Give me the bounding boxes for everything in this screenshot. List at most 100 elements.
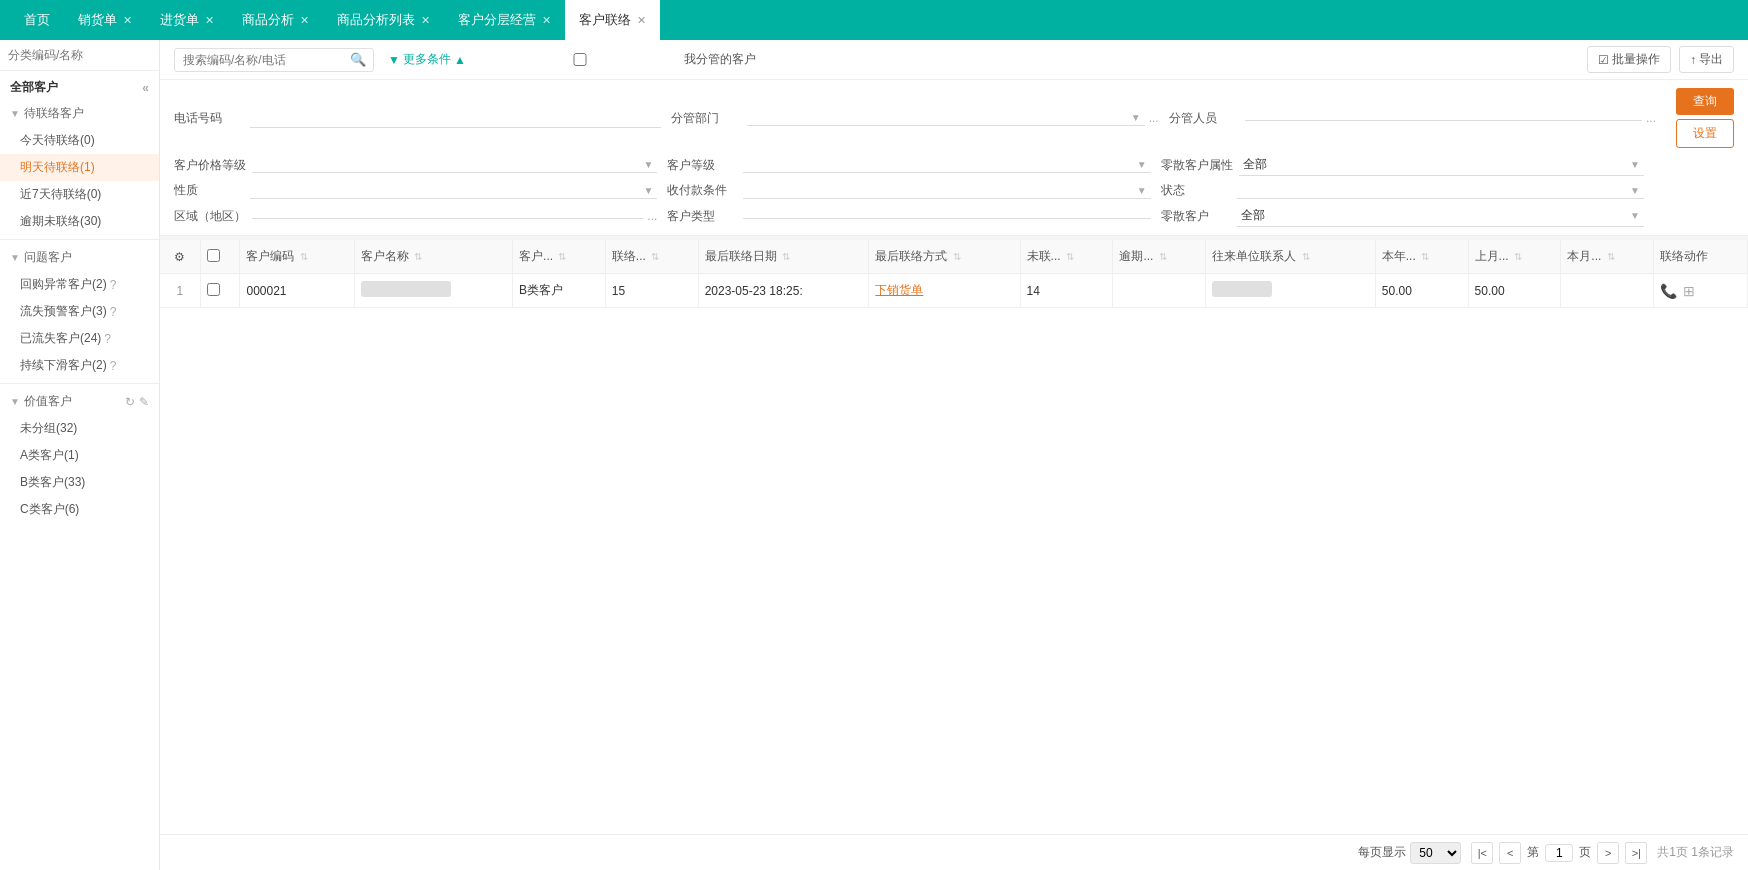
per-page-label: 每页显示 (1358, 844, 1406, 861)
sidebar-item-overdue[interactable]: 逾期未联络(30) (0, 208, 159, 235)
table-footer: 每页显示 50 100 200 |< < 第 页 > >| 共1页 1条记录 (160, 834, 1748, 870)
sidebar-item-ungrouped[interactable]: 未分组(32) (0, 415, 159, 442)
gear-icon[interactable]: ⚙ (174, 250, 185, 264)
settings-button[interactable]: 设置 (1676, 119, 1734, 148)
th-last-contact-date[interactable]: 最后联络日期 ⇅ (698, 240, 869, 274)
problem-arrow-icon: ▼ (10, 252, 20, 263)
filter-dept: 分管部门 ▼ ... (671, 110, 1158, 127)
sidebar-item-week[interactable]: 近7天待联络(0) (0, 181, 159, 208)
select-all-checkbox[interactable] (207, 249, 220, 262)
filter-status: 状态 ▼ (1161, 182, 1644, 199)
sidebar-item-loss-risk[interactable]: 流失预警客户(3) ? (0, 298, 159, 325)
th-gear[interactable]: ⚙ (160, 240, 200, 274)
th-last-month[interactable]: 上月... ⇅ (1468, 240, 1561, 274)
cell-overdue (1113, 274, 1206, 308)
my-customers-checkbox[interactable] (480, 53, 680, 66)
page-input[interactable] (1545, 844, 1573, 862)
next-page-button[interactable]: > (1597, 842, 1619, 864)
nav-tab-analysis[interactable]: 商品分析 ✕ (228, 0, 323, 40)
cell-last-contact-method[interactable]: 下销货单 (869, 274, 1020, 308)
th-name[interactable]: 客户名称 ⇅ (354, 240, 512, 274)
phone-action-icon[interactable]: 📞 (1660, 283, 1677, 299)
region-select[interactable] (252, 214, 643, 219)
th-code[interactable]: 客户编码 ⇅ (240, 240, 354, 274)
query-button[interactable]: 查询 (1676, 88, 1734, 115)
value-edit-icon[interactable]: ✎ (139, 395, 149, 409)
filter-search-input[interactable] (174, 48, 374, 72)
help-icon-1: ? (110, 305, 117, 319)
person-select[interactable] (1245, 116, 1642, 121)
nav-home[interactable]: 首页 (10, 11, 64, 29)
cell-name (354, 274, 512, 308)
nav-tab-purchase[interactable]: 进货单 ✕ (146, 0, 228, 40)
sidebar-search-input[interactable] (8, 48, 158, 62)
filter-icon: ▼ (388, 53, 400, 67)
th-overdue[interactable]: 逾期... ⇅ (1113, 240, 1206, 274)
sidebar-item-repurchase-abnormal[interactable]: 回购异常客户(2) ? (0, 271, 159, 298)
th-this-month[interactable]: 本月... ⇅ (1561, 240, 1654, 274)
retail-customer-select[interactable]: 全部 ▼ (1237, 205, 1644, 227)
nav-tab-sales[interactable]: 销货单 ✕ (64, 0, 146, 40)
customer-level-select[interactable]: ▼ (743, 157, 1150, 173)
checkbox-icon: ☑ (1598, 53, 1609, 67)
last-page-button[interactable]: >| (1625, 842, 1647, 864)
sidebar-group-problem[interactable]: ▼ 问题客户 (0, 244, 159, 271)
th-contacts[interactable]: 往来单位联系人 ⇅ (1206, 240, 1376, 274)
sidebar-group-pending[interactable]: ▼ 待联络客户 (0, 100, 159, 127)
price-level-select[interactable]: ▼ (252, 157, 657, 173)
th-last-contact-method[interactable]: 最后联络方式 ⇅ (869, 240, 1020, 274)
footer-nav: |< < 第 页 > >| (1471, 842, 1647, 864)
close-analysis-tab[interactable]: ✕ (300, 14, 309, 27)
th-this-year[interactable]: 本年... ⇅ (1375, 240, 1468, 274)
sidebar-group-value[interactable]: ▼ 价值客户 ↻ ✎ (0, 388, 159, 415)
cell-last-contact-date: 2023-05-23 18:25: (698, 274, 869, 308)
more-conditions-button[interactable]: ▼ 更多条件 ▲ (384, 51, 470, 68)
close-sales-tab[interactable]: ✕ (123, 14, 132, 27)
dept-dots[interactable]: ... (1149, 111, 1159, 125)
value-refresh-icon[interactable]: ↻ (125, 395, 135, 409)
th-not-contacted[interactable]: 未联... ⇅ (1020, 240, 1113, 274)
sidebar-all-customers[interactable]: 全部客户 « (0, 71, 159, 100)
my-customers-checkbox-label[interactable]: 我分管的客户 (480, 51, 756, 68)
sidebar-item-class-b[interactable]: B类客户(33) (0, 469, 159, 496)
status-select[interactable]: ▼ (1237, 183, 1644, 199)
region-dots[interactable]: ... (647, 209, 657, 223)
nav-tab-customer-contact[interactable]: 客户联络 ✕ (565, 0, 660, 40)
sidebar-item-tomorrow[interactable]: 明天待联络(1) (0, 154, 159, 181)
sidebar-item-lost[interactable]: 已流失客户(24) ? (0, 325, 159, 352)
customer-level-label: 客户等级 (667, 157, 737, 174)
nav-tab-analysis-list[interactable]: 商品分析列表 ✕ (323, 0, 444, 40)
th-type[interactable]: 客户... ⇅ (513, 240, 606, 274)
dept-select[interactable]: ▼ (747, 110, 1144, 126)
sidebar-item-class-c[interactable]: C类客户(6) (0, 496, 159, 523)
retail-attr-select[interactable]: 全部 ▼ (1239, 154, 1644, 176)
payment-select[interactable]: ▼ (743, 183, 1150, 199)
close-analysis-list-tab[interactable]: ✕ (421, 14, 430, 27)
nav-tab-customer-segment[interactable]: 客户分层经营 ✕ (444, 0, 565, 40)
nature-select[interactable]: ▼ (250, 183, 657, 199)
prev-page-button[interactable]: < (1499, 842, 1521, 864)
sidebar-item-today[interactable]: 今天待联络(0) (0, 127, 159, 154)
grid-action-icon[interactable]: ⊞ (1683, 283, 1695, 299)
filter-search-icon[interactable]: 🔍 (350, 52, 366, 67)
sidebar-collapse-icon[interactable]: « (142, 81, 149, 95)
customer-type-select[interactable] (743, 214, 1150, 219)
close-contact-tab[interactable]: ✕ (637, 14, 646, 27)
person-dots[interactable]: ... (1646, 111, 1656, 125)
phone-input[interactable] (250, 109, 661, 128)
customer-type-label: 客户类型 (667, 208, 737, 225)
contacts-masked (1212, 281, 1272, 297)
sidebar-search-wrap: 🔍 (0, 40, 159, 71)
export-button[interactable]: ↑ 导出 (1679, 46, 1734, 73)
row-checkbox[interactable] (207, 283, 220, 296)
close-purchase-tab[interactable]: ✕ (205, 14, 214, 27)
contact-method-link[interactable]: 下销货单 (875, 283, 923, 297)
filter-buttons: 查询 设置 (1676, 88, 1734, 148)
first-page-button[interactable]: |< (1471, 842, 1493, 864)
th-contact-count[interactable]: 联络... ⇅ (605, 240, 698, 274)
per-page-select[interactable]: 50 100 200 (1410, 842, 1461, 864)
close-segment-tab[interactable]: ✕ (542, 14, 551, 27)
batch-operation-button[interactable]: ☑ 批量操作 (1587, 46, 1671, 73)
sidebar-item-class-a[interactable]: A类客户(1) (0, 442, 159, 469)
sidebar-item-continuous-down[interactable]: 持续下滑客户(2) ? (0, 352, 159, 379)
